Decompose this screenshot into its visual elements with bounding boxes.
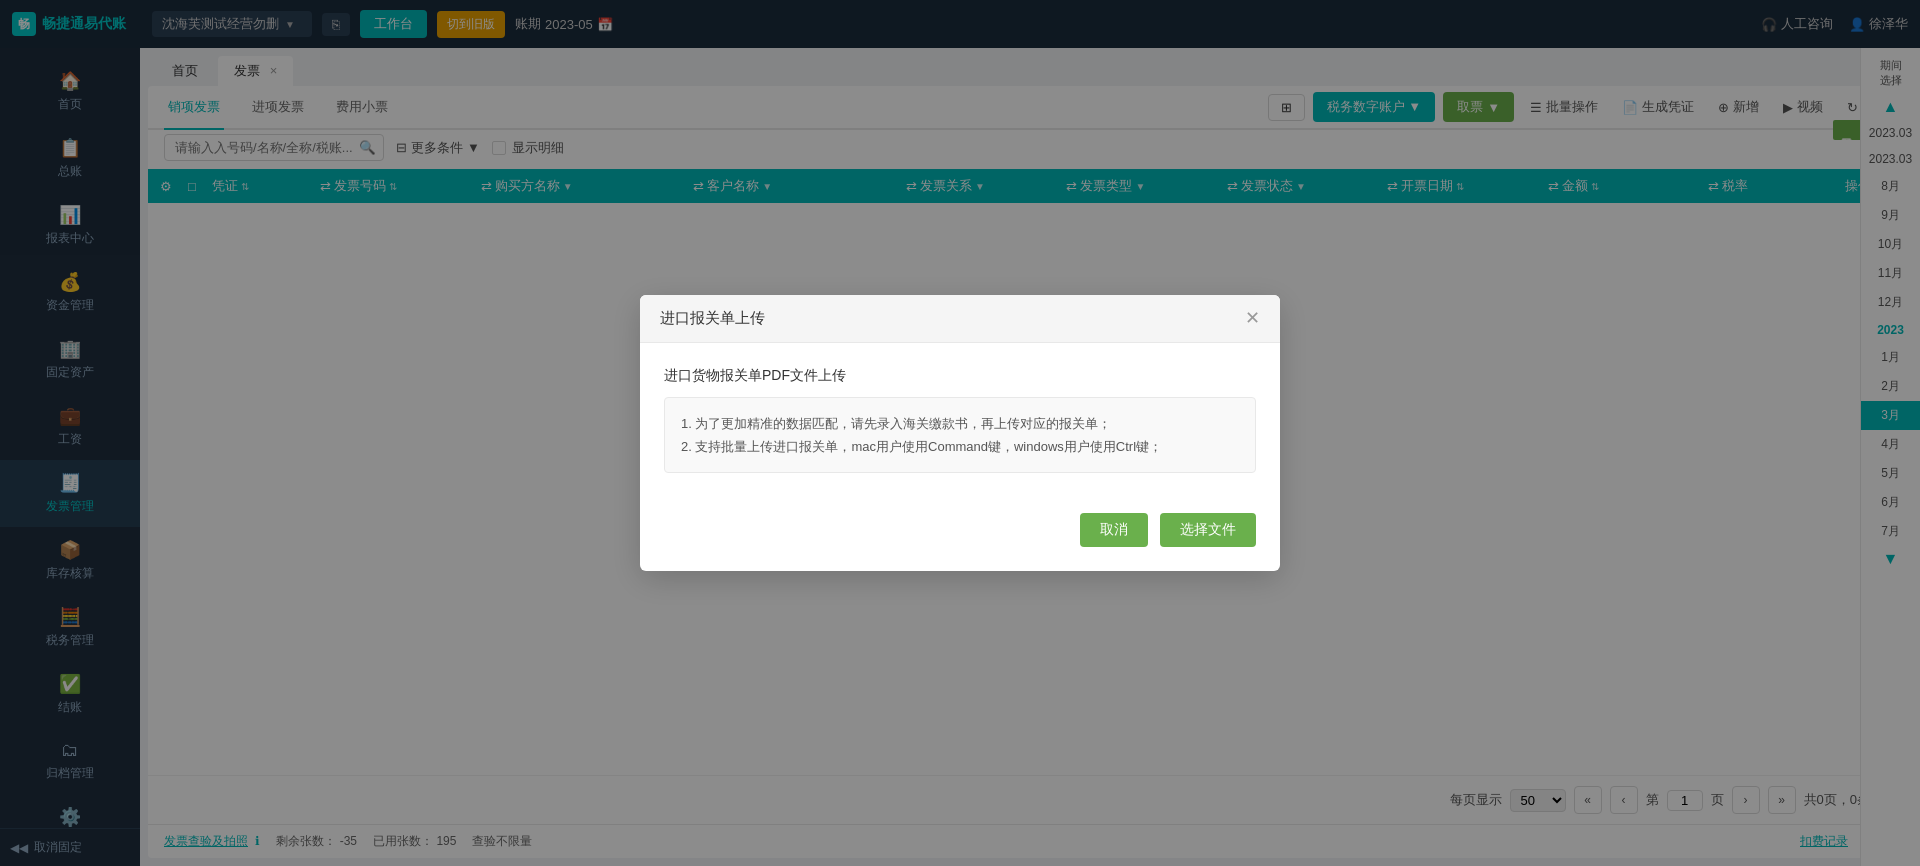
dialog-section-title: 进口货物报关单PDF文件上传 — [664, 367, 1256, 385]
cancel-button[interactable]: 取消 — [1080, 513, 1148, 547]
dialog-footer: 取消 选择文件 — [640, 513, 1280, 571]
dialog-info-box: 1. 为了更加精准的数据匹配，请先录入海关缴款书，再上传对应的报关单； 2. 支… — [664, 397, 1256, 474]
dialog-instruction-2: 2. 支持批量上传进口报关单，mac用户使用Command键，windows用户… — [681, 435, 1239, 458]
import-customs-dialog: 进口报关单上传 ✕ 进口货物报关单PDF文件上传 1. 为了更加精准的数据匹配，… — [640, 295, 1280, 572]
dialog-close-button[interactable]: ✕ — [1245, 309, 1260, 327]
dialog-overlay[interactable]: 进口报关单上传 ✕ 进口货物报关单PDF文件上传 1. 为了更加精准的数据匹配，… — [0, 0, 1920, 866]
dialog-body: 进口货物报关单PDF文件上传 1. 为了更加精准的数据匹配，请先录入海关缴款书，… — [640, 343, 1280, 514]
dialog-title: 进口报关单上传 — [660, 309, 765, 328]
dialog-header: 进口报关单上传 ✕ — [640, 295, 1280, 343]
select-file-button[interactable]: 选择文件 — [1160, 513, 1256, 547]
dialog-instruction-1: 1. 为了更加精准的数据匹配，请先录入海关缴款书，再上传对应的报关单； — [681, 412, 1239, 435]
